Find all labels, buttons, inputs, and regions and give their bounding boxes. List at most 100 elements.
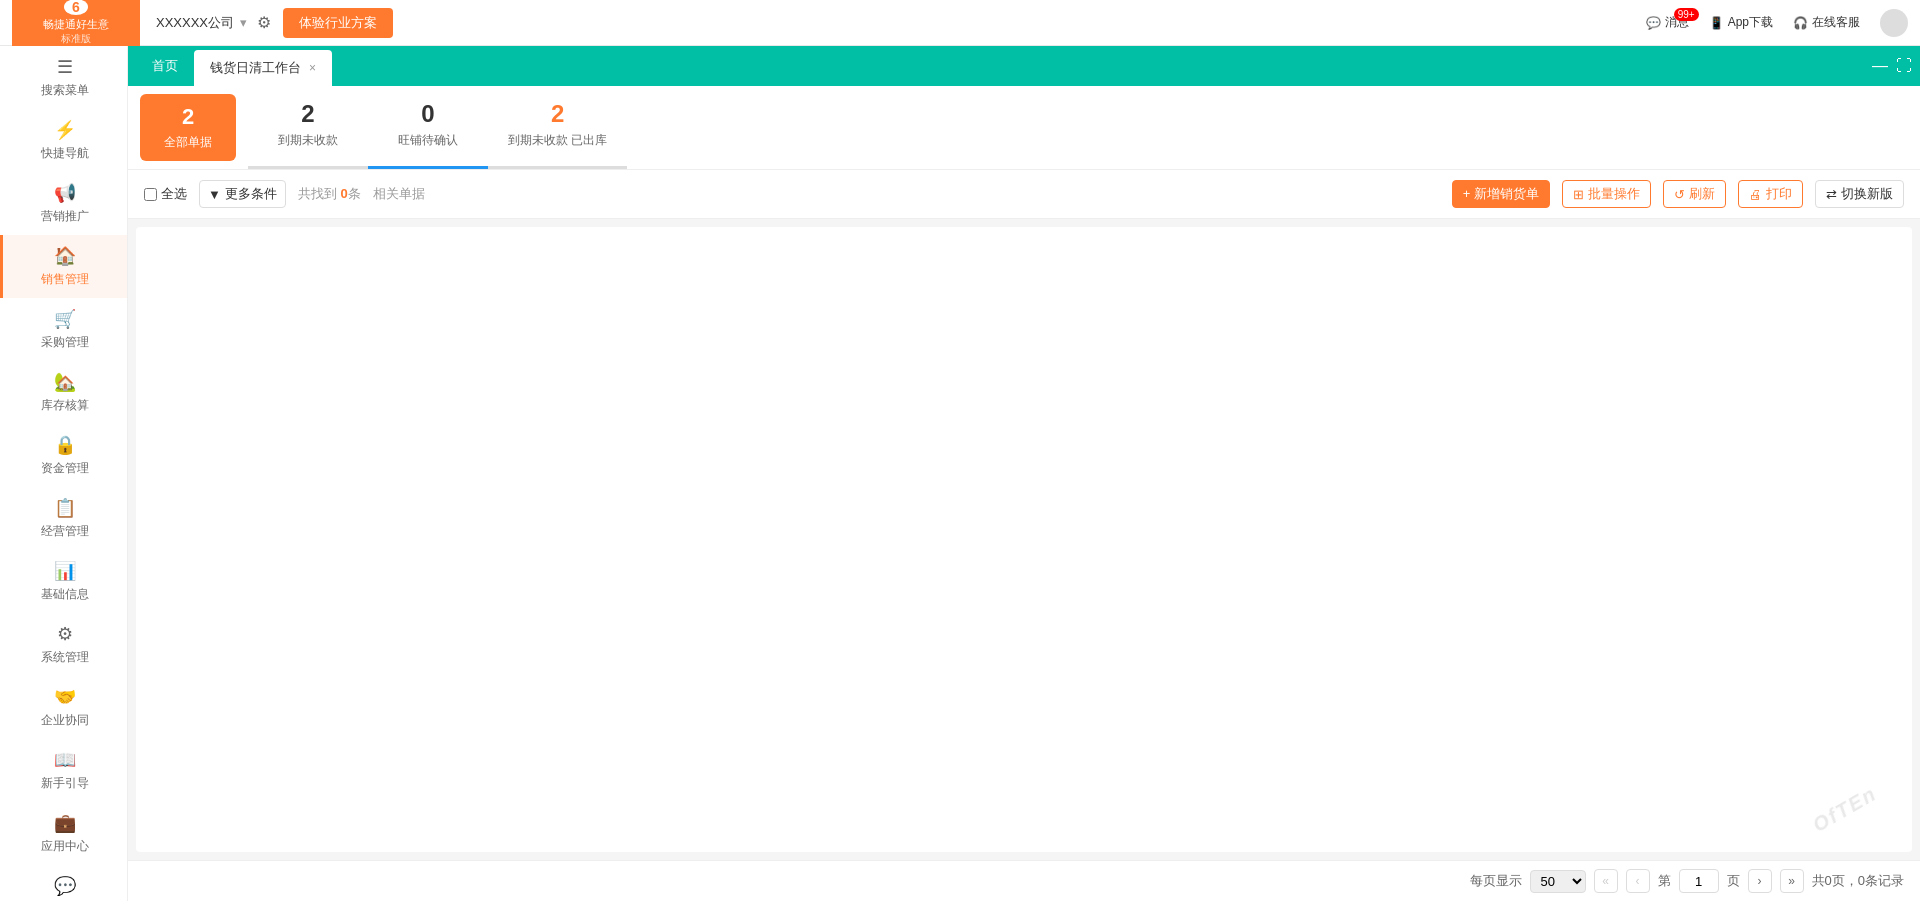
message-icon: 💬 (1646, 16, 1661, 30)
page-prev-button[interactable]: ‹ (1626, 869, 1650, 893)
page-next-button[interactable]: › (1748, 869, 1772, 893)
switch-label: 切换新版 (1841, 185, 1893, 203)
refresh-label: 刷新 (1689, 185, 1715, 203)
sidebar-item-wechat[interactable]: 💬 企业微信 (0, 865, 127, 901)
cooperation-icon: 🤝 (54, 686, 76, 708)
tab-minimize-icon[interactable]: — (1872, 57, 1888, 75)
app-download-button[interactable]: 📱 App下载 (1709, 14, 1773, 31)
pagination: 每页显示 20 50 100 « ‹ 第 页 › » 共0页，0条记录 (128, 860, 1920, 901)
sidebar-item-search-menu[interactable]: ☰ 搜索菜单 (0, 46, 127, 109)
per-page-label: 每页显示 (1470, 872, 1522, 890)
select-all-label[interactable]: 全选 (144, 185, 187, 203)
select-all-checkbox[interactable] (144, 188, 157, 201)
logo-area: 6 畅捷通好生意 标准版 (12, 0, 140, 46)
user-avatar[interactable] (1880, 9, 1908, 37)
sidebar-label-purchase: 采购管理 (41, 334, 89, 351)
sidebar-item-app-center[interactable]: 💼 应用中心 (0, 802, 127, 865)
stat-card-overdue[interactable]: 2 到期未收款 (248, 86, 368, 169)
operations-icon: 📋 (54, 497, 76, 519)
sidebar-label-marketing: 营销推广 (41, 208, 89, 225)
company-selector[interactable]: XXXXXX公司 ▾ (156, 14, 247, 32)
switch-new-version-button[interactable]: ⇄ 切换新版 (1815, 180, 1904, 208)
batch-operation-button[interactable]: ⊞ 批量操作 (1562, 180, 1651, 208)
page-label: 第 (1658, 872, 1671, 890)
tab-bar-right: — ⛶ (1872, 57, 1912, 75)
batch-label: 批量操作 (1588, 185, 1640, 203)
app-download-icon: 📱 (1709, 16, 1724, 30)
purchase-icon: 🛒 (54, 308, 76, 330)
sidebar-label-guide: 新手引导 (41, 775, 89, 792)
sidebar-item-cooperation[interactable]: 🤝 企业协同 (0, 676, 127, 739)
sidebar-item-quick-nav[interactable]: ⚡ 快捷导航 (0, 109, 127, 172)
inventory-icon: 🏡 (54, 371, 76, 393)
per-page-select[interactable]: 20 50 100 (1530, 870, 1586, 893)
sidebar-label-sales: 销售管理 (41, 271, 89, 288)
found-prefix: 共找到 (298, 186, 337, 201)
page-input[interactable] (1679, 869, 1719, 893)
tab-close-icon[interactable]: × (309, 61, 316, 75)
tab-active-workbench[interactable]: 钱货日清工作台 × (194, 50, 332, 86)
stat-card-all[interactable]: 2 全部单据 (128, 86, 248, 169)
page-of-label: 页 (1727, 872, 1740, 890)
sidebar-label-app-center: 应用中心 (41, 838, 89, 855)
company-name: XXXXXX公司 (156, 14, 234, 32)
related-label: 相关单据 (373, 185, 425, 203)
sidebar-item-marketing[interactable]: 📢 营销推广 (0, 172, 127, 235)
base-info-icon: 📊 (54, 560, 76, 582)
switch-icon: ⇄ (1826, 187, 1837, 202)
tab-expand-icon[interactable]: ⛶ (1896, 57, 1912, 75)
marketing-icon: 📢 (54, 182, 76, 204)
table-area (136, 227, 1912, 852)
avatar-img (1880, 9, 1908, 37)
sidebar-item-operations[interactable]: 📋 经营管理 (0, 487, 127, 550)
top-right-area: 💬 消息 99+ 📱 App下载 🎧 在线客服 (1646, 9, 1908, 37)
stat-card-not-out[interactable]: 2 到期未收款 已出库 (488, 86, 627, 169)
stat-num-pending: 0 (421, 100, 434, 128)
toolbar: 全选 ▼ 更多条件 共找到 0条 相关单据 + 新增销货单 ⊞ 批量操作 (128, 170, 1920, 219)
batch-icon: ⊞ (1573, 187, 1584, 202)
filter-button[interactable]: ▼ 更多条件 (199, 180, 286, 208)
tab-home[interactable]: 首页 (136, 46, 194, 86)
stat-label-not-out: 到期未收款 已出库 (508, 132, 607, 149)
toolbar-right: + 新增销货单 ⊞ 批量操作 ↺ 刷新 🖨 打印 ⇄ (1452, 180, 1904, 208)
sidebar-item-system[interactable]: ⚙ 系统管理 (0, 613, 127, 676)
total-info: 共0页，0条记录 (1812, 872, 1904, 890)
sidebar-item-base-info[interactable]: 📊 基础信息 (0, 550, 127, 613)
sidebar-label-base-info: 基础信息 (41, 586, 89, 603)
sidebar-item-sales[interactable]: 🏠 销售管理 (0, 235, 127, 298)
print-label: 打印 (1766, 185, 1792, 203)
app-center-icon: 💼 (54, 812, 76, 834)
refresh-icon: ↺ (1674, 187, 1685, 202)
page-first-button[interactable]: « (1594, 869, 1618, 893)
sidebar-label-cooperation: 企业协同 (41, 712, 89, 729)
system-icon: ⚙ (57, 623, 73, 645)
stat-num-overdue: 2 (301, 100, 314, 128)
sidebar-item-finance[interactable]: 🔒 资金管理 (0, 424, 127, 487)
settings-icon[interactable]: ⚙ (257, 13, 271, 32)
print-button[interactable]: 🖨 打印 (1738, 180, 1803, 208)
app-name: 畅捷通好生意 (43, 17, 109, 32)
messages-badge: 99+ (1674, 8, 1699, 21)
layout: ☰ 搜索菜单 ⚡ 快捷导航 📢 营销推广 🏠 销售管理 🛒 采购管理 🏡 库存核… (0, 46, 1920, 901)
sidebar: ☰ 搜索菜单 ⚡ 快捷导航 📢 营销推广 🏠 销售管理 🛒 采购管理 🏡 库存核… (0, 46, 128, 901)
filter-icon: ▼ (208, 187, 221, 202)
app-download-label: App下载 (1728, 14, 1773, 31)
sidebar-item-inventory[interactable]: 🏡 库存核算 (0, 361, 127, 424)
main-content: 首页 钱货日清工作台 × — ⛶ 2 全部单据 (128, 46, 1920, 901)
messages-button[interactable]: 💬 消息 99+ (1646, 14, 1689, 31)
refresh-button[interactable]: ↺ 刷新 (1663, 180, 1726, 208)
company-dropdown-icon[interactable]: ▾ (240, 15, 247, 30)
sidebar-item-guide[interactable]: 📖 新手引导 (0, 739, 127, 802)
add-sale-button[interactable]: + 新增销货单 (1452, 180, 1550, 208)
sidebar-label-finance: 资金管理 (41, 460, 89, 477)
sidebar-item-purchase[interactable]: 🛒 采购管理 (0, 298, 127, 361)
tab-home-label: 首页 (152, 57, 178, 75)
trial-button[interactable]: 体验行业方案 (283, 8, 393, 38)
guide-icon: 📖 (54, 749, 76, 771)
stat-card-pending[interactable]: 0 旺铺待确认 (368, 86, 488, 169)
page-last-button[interactable]: » (1780, 869, 1804, 893)
top-bar: 6 畅捷通好生意 标准版 XXXXXX公司 ▾ ⚙ 体验行业方案 💬 消息 99… (0, 0, 1920, 46)
tab-bar: 首页 钱货日清工作台 × — ⛶ (128, 46, 1920, 86)
online-service-button[interactable]: 🎧 在线客服 (1793, 14, 1860, 31)
sales-icon: 🏠 (54, 245, 76, 267)
